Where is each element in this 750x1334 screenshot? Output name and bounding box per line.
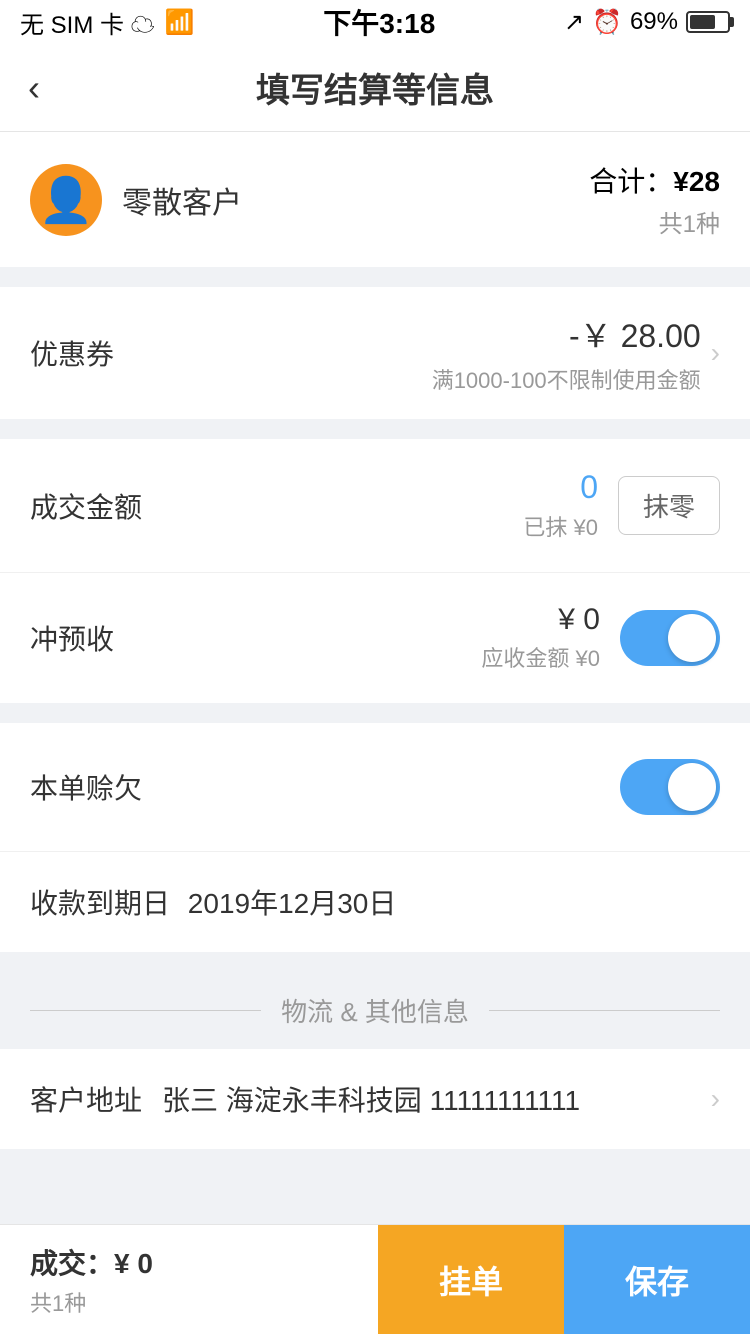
alarm-icon: ⏰ <box>592 8 622 37</box>
address-value: 张三 海淀永丰科技园 11111111111 <box>162 1079 711 1119</box>
coupon-amount: -￥ 28.00 <box>432 311 701 357</box>
debt-row: 本单赊欠 <box>0 723 750 851</box>
user-icon: 👤 <box>39 174 94 226</box>
no-sim-text: 无 SIM 卡 ☁ <box>20 5 155 40</box>
logistics-header: 物流 & 其他信息 <box>0 972 750 1049</box>
debt-label: 本单赊欠 <box>30 767 142 807</box>
back-button[interactable]: ‹ <box>28 67 40 109</box>
pre-receipt-label: 冲预收 <box>30 618 114 658</box>
bottom-deal-text: 成交：¥ 0 <box>30 1242 348 1282</box>
deal-amount-label: 成交金额 <box>30 486 142 526</box>
coupon-label: 优惠券 <box>30 333 114 373</box>
debt-toggle-knob <box>668 763 716 811</box>
page-title: 填写结算等信息 <box>256 63 494 112</box>
logistics-header-inner: 物流 & 其他信息 <box>30 992 720 1029</box>
hang-order-button[interactable]: 挂单 <box>378 1225 564 1334</box>
nav-bar: ‹ 填写结算等信息 <box>0 44 750 132</box>
deal-amount-row: 成交金额 0 已抹 ¥0 抹零 <box>0 439 750 573</box>
status-time: 下午3:18 <box>323 2 435 42</box>
address-chevron-icon: › <box>711 1083 720 1115</box>
avatar: 👤 <box>30 164 102 236</box>
zeroed-label: 已抹 ¥0 <box>523 510 598 542</box>
wifi-icon: 📶 <box>165 8 195 37</box>
total-count: 共1种 <box>589 204 720 239</box>
pre-receipt-right: ¥ 0 应收金额 ¥0 <box>481 603 720 673</box>
pre-receipt-toggle[interactable] <box>620 610 720 666</box>
debt-card: 本单赊欠 收款到期日 2019年12月30日 <box>0 723 750 952</box>
coupon-row[interactable]: 优惠券 -￥ 28.00 满1000-100不限制使用金额 › <box>0 287 750 419</box>
customer-row: 👤 零散客户 合计：¥28 共1种 <box>0 132 750 267</box>
due-date-value[interactable]: 2019年12月30日 <box>188 888 397 919</box>
receivable-label: 应收金额 ¥0 <box>481 641 600 673</box>
customer-name: 零散客户 <box>122 178 242 222</box>
battery-icon <box>686 11 730 33</box>
status-bar: 无 SIM 卡 ☁ 📶 下午3:18 ↗ ⏰ 69% <box>0 0 750 44</box>
logistics-title: 物流 & 其他信息 <box>281 992 469 1029</box>
save-button[interactable]: 保存 <box>564 1225 750 1334</box>
status-right: ↗ ⏰ 69% <box>564 8 730 37</box>
pre-receipt-amount: ¥ 0 <box>481 603 600 637</box>
total-label: 合计： <box>589 166 673 197</box>
location-icon: ↗ <box>564 8 584 37</box>
address-label: 客户地址 <box>30 1079 142 1119</box>
content-area: 👤 零散客户 合计：¥28 共1种 优惠券 -￥ 28.00 满1000-100… <box>0 132 750 1299</box>
divider-right <box>489 1010 720 1011</box>
battery-percent: 69% <box>630 8 678 36</box>
deal-amount-value[interactable]: 0 <box>523 469 598 506</box>
bottom-bar: 成交：¥ 0 共1种 挂单 保存 <box>0 1224 750 1334</box>
divider-left <box>30 1010 261 1011</box>
toggle-knob <box>668 614 716 662</box>
total-amount: 合计：¥28 <box>589 160 720 200</box>
customer-left: 👤 零散客户 <box>30 164 242 236</box>
pre-receipt-row: 冲预收 ¥ 0 应收金额 ¥0 <box>0 573 750 703</box>
status-left: 无 SIM 卡 ☁ 📶 <box>20 5 195 40</box>
deal-amount-right: 0 已抹 ¥0 抹零 <box>523 469 720 542</box>
bottom-summary: 成交：¥ 0 共1种 <box>0 1242 378 1318</box>
due-date-row: 收款到期日 2019年12月30日 <box>0 851 750 952</box>
address-row[interactable]: 客户地址 张三 海淀永丰科技园 11111111111 › <box>0 1049 750 1149</box>
round-zero-button[interactable]: 抹零 <box>618 476 720 535</box>
bottom-deal-amount: ¥ 0 <box>114 1248 153 1279</box>
total-value: ¥28 <box>673 166 720 197</box>
due-date-label: 收款到期日 <box>30 888 170 919</box>
coupon-chevron-icon: › <box>711 337 720 369</box>
customer-total: 合计：¥28 共1种 <box>589 160 720 239</box>
debt-toggle[interactable] <box>620 759 720 815</box>
bottom-deal-label: 成交： <box>30 1248 114 1279</box>
coupon-desc: 满1000-100不限制使用金额 <box>432 363 701 395</box>
bottom-count: 共1种 <box>30 1286 348 1318</box>
deal-card: 成交金额 0 已抹 ¥0 抹零 冲预收 ¥ 0 应收金额 ¥0 <box>0 439 750 703</box>
coupon-right: -￥ 28.00 满1000-100不限制使用金额 <box>432 311 701 395</box>
